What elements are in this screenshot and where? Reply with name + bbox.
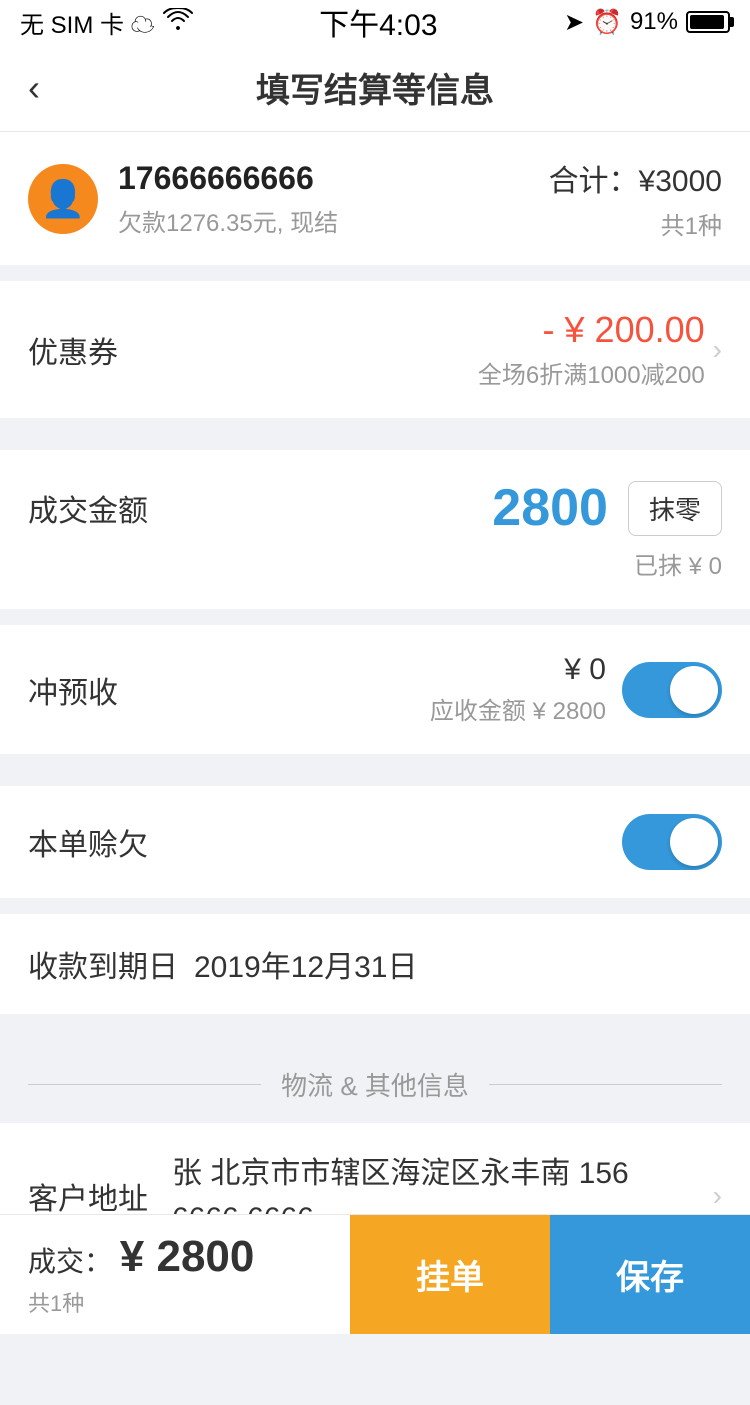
sim-status: 无 SIM 卡 ☁ bbox=[20, 5, 155, 40]
transaction-label: 成交金额 bbox=[28, 486, 148, 530]
avatar: 👤 bbox=[28, 164, 98, 234]
coupon-arrow-icon: › bbox=[713, 334, 722, 366]
debt-section: 本单赊欠 bbox=[0, 786, 750, 898]
customer-phone: 17666666666 bbox=[118, 160, 338, 197]
coupon-desc: 全场6折满1000减200 bbox=[478, 355, 705, 390]
status-time: 下午4:03 bbox=[319, 0, 437, 44]
logistics-label: 物流 & 其他信息 bbox=[281, 1066, 469, 1103]
logistics-divider: 物流 & 其他信息 bbox=[0, 1046, 750, 1123]
address-label: 客户地址 bbox=[28, 1174, 148, 1218]
prereceive-label: 冲预收 bbox=[28, 668, 118, 712]
page-title: 填写结算等信息 bbox=[256, 63, 494, 112]
duedate-value: 2019年12月31日 bbox=[194, 942, 417, 986]
duedate-label: 收款到期日 bbox=[28, 942, 178, 986]
status-right: ➤ ⏰ 91% bbox=[564, 8, 730, 37]
bottom-transaction-label: 成交： bbox=[28, 1246, 112, 1277]
divider-line-right bbox=[489, 1084, 722, 1085]
round-button[interactable]: 抹零 bbox=[628, 481, 722, 536]
prereceive-toggle[interactable] bbox=[622, 662, 722, 718]
bottom-amount: ¥ 2800 bbox=[120, 1232, 255, 1281]
divider-line-left bbox=[28, 1084, 261, 1085]
separator-3 bbox=[0, 1030, 750, 1046]
avatar-icon: 👤 bbox=[41, 178, 86, 220]
transaction-right: 2800 抹零 bbox=[492, 478, 722, 538]
toggle-knob bbox=[670, 666, 718, 714]
status-bar: 无 SIM 卡 ☁ 下午4:03 ➤ ⏰ 91% bbox=[0, 0, 750, 44]
coupon-discount: - ¥ 200.00 bbox=[478, 309, 705, 351]
alarm-icon: ⏰ bbox=[592, 8, 622, 37]
customer-left: 👤 17666666666 欠款1276.35元, 现结 bbox=[28, 160, 338, 238]
customer-right: 合计：¥3000 共1种 bbox=[549, 156, 722, 241]
status-left: 无 SIM 卡 ☁ bbox=[20, 5, 193, 40]
prereceive-section: 冲预收 ¥ 0 应收金额 ¥ 2800 bbox=[0, 625, 750, 754]
transaction-row: 成交金额 2800 抹零 bbox=[28, 478, 722, 538]
bottom-bar: 成交： ¥ 2800 共1种 挂单 保存 bbox=[0, 1214, 750, 1334]
location-icon: ➤ bbox=[564, 8, 584, 37]
prereceive-amount-block: ¥ 0 应收金额 ¥ 2800 bbox=[430, 653, 606, 726]
separator-1 bbox=[0, 434, 750, 450]
total-amount: 合计：¥3000 bbox=[549, 156, 722, 200]
battery-icon bbox=[686, 11, 730, 33]
prereceive-amount: ¥ 0 bbox=[430, 653, 606, 687]
customer-card: 👤 17666666666 欠款1276.35元, 现结 合计：¥3000 共1… bbox=[0, 132, 750, 265]
back-button[interactable]: ‹ bbox=[28, 67, 40, 109]
customer-info: 17666666666 欠款1276.35元, 现结 bbox=[118, 160, 338, 238]
transaction-sub: 已抹 ¥ 0 bbox=[28, 546, 722, 581]
prereceive-row: 冲预收 ¥ 0 应收金额 ¥ 2800 bbox=[28, 653, 722, 726]
coupon-right: - ¥ 200.00 全场6折满1000减200 bbox=[478, 309, 705, 390]
nav-bar: ‹ 填写结算等信息 bbox=[0, 44, 750, 132]
save-button[interactable]: 保存 bbox=[550, 1215, 750, 1334]
total-count: 共1种 bbox=[549, 206, 722, 241]
coupon-label: 优惠券 bbox=[28, 328, 118, 372]
battery-percent: 91% bbox=[630, 8, 678, 36]
bottom-transaction-line: 成交： ¥ 2800 bbox=[28, 1232, 322, 1282]
bottom-count: 共1种 bbox=[28, 1286, 322, 1318]
wifi-icon bbox=[163, 8, 193, 37]
prereceive-sub: 应收金额 ¥ 2800 bbox=[430, 691, 606, 726]
bottom-buttons: 挂单 保存 bbox=[350, 1215, 750, 1334]
address-arrow-icon: › bbox=[713, 1180, 722, 1212]
coupon-section: 优惠券 - ¥ 200.00 全场6折满1000减200 › bbox=[0, 281, 750, 418]
debt-toggle-knob bbox=[670, 818, 718, 866]
separator-2 bbox=[0, 770, 750, 786]
transaction-section: 成交金额 2800 抹零 已抹 ¥ 0 bbox=[0, 450, 750, 609]
transaction-amount: 2800 bbox=[492, 478, 608, 538]
customer-sub: 欠款1276.35元, 现结 bbox=[118, 203, 338, 238]
pending-button[interactable]: 挂单 bbox=[350, 1215, 550, 1334]
debt-label: 本单赊欠 bbox=[28, 820, 148, 864]
debt-toggle[interactable] bbox=[622, 814, 722, 870]
coupon-row[interactable]: 优惠券 - ¥ 200.00 全场6折满1000减200 › bbox=[0, 281, 750, 418]
bottom-summary: 成交： ¥ 2800 共1种 bbox=[0, 1232, 350, 1318]
prereceive-right: ¥ 0 应收金额 ¥ 2800 bbox=[430, 653, 722, 726]
duedate-section: 收款到期日 2019年12月31日 bbox=[0, 914, 750, 1014]
